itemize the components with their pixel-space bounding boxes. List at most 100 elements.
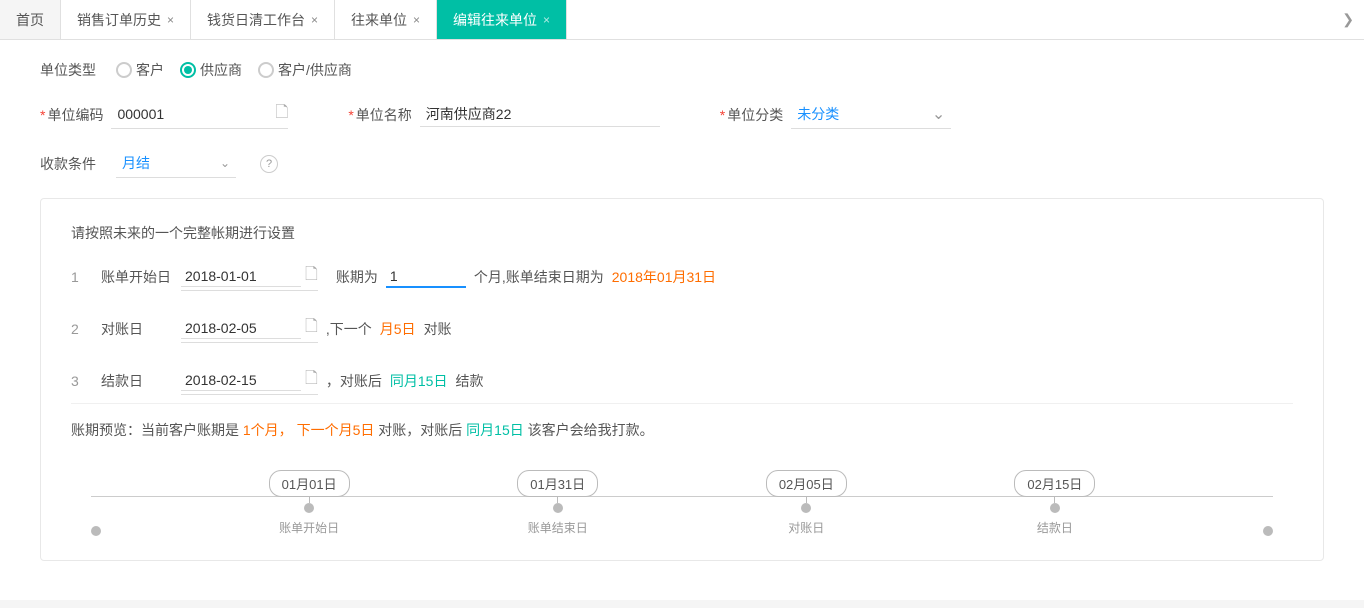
setting-input-area-1: 🗋 账期为 个月,账单结束日期为 2018年01月31日 [181,263,1293,291]
timeline-dot-4 [1050,503,1060,513]
radio-customer[interactable]: 客户 [116,60,164,80]
unit-category-group: *单位分类 未分类 ⌄ [720,100,951,129]
tab-units[interactable]: 往来单位 × [335,0,437,39]
close-tab-cash-workbench[interactable]: × [311,13,318,27]
close-tab-edit-unit[interactable]: × [543,13,550,27]
payment-condition-row: 收款条件 月结 ⌄ ? [40,149,1324,178]
timeline-start-cap [91,505,101,536]
timeline-dot-3 [801,503,811,513]
payment-date-input[interactable] [181,370,301,391]
radio-circle-customer [116,62,132,78]
month-count-input[interactable] [386,266,466,288]
preview-months: 1个月， [243,422,293,438]
setting-row-1: 1 账单开始日 🗋 账期为 个月,账单结束日期为 2018年01月31日 [71,263,1293,291]
timeline-label-2: 账单结束日 [528,519,588,536]
timeline-container: 01月01日 账单开始日 01月31日 账单结束日 02月05日 [71,470,1293,536]
radio-circle-both [258,62,274,78]
unit-type-row: 单位类型 客户 供应商 客户/供应商 [40,60,1324,80]
close-tab-sales-history[interactable]: × [167,13,174,27]
unit-code-input-wrapper: 🗋 [111,101,288,129]
unit-type-radio-group: 客户 供应商 客户/供应商 [116,60,352,80]
unit-category-dropdown[interactable]: 未分类 ⌄ [791,100,951,129]
timeline-label-4: 结款日 [1037,519,1073,536]
timeline-start-dot [91,526,101,536]
start-date-input[interactable] [181,266,301,287]
unit-category-value: 未分类 [797,104,924,124]
period-end-date: 2018年01月31日 [612,267,716,287]
timeline-badge-2: 01月31日 [517,470,598,497]
reconcile-date-calendar-icon[interactable]: 🗋 [305,315,318,342]
setting-number-1: 1 [71,269,101,285]
payment-condition-arrow: ⌄ [220,156,230,170]
payment-help-icon[interactable]: ? [260,155,278,173]
period-for-label: 账期为 [336,267,378,287]
period-suffix: 个月,账单结束日期为 [474,267,604,287]
unit-code-group: *单位编码 🗋 [40,101,288,129]
preview-reconcile-date: 下一个月5日 [297,422,375,438]
setting-label-3: 结款日 [101,371,181,391]
reconcile-highlight: 月5日 [380,319,416,339]
setting-number-3: 3 [71,373,101,389]
settings-panel: 请按照未来的一个完整帐期进行设置 1 账单开始日 🗋 账期为 个月,账单结束日期… [40,198,1324,561]
tab-home[interactable]: 首页 [0,0,61,39]
timeline-end-cap [1263,505,1273,536]
timeline-dot-1 [304,503,314,513]
timeline-label-1: 账单开始日 [279,519,339,536]
radio-circle-supplier [180,62,196,78]
reconcile-date-input[interactable] [181,318,301,339]
setting-row-2: 2 对账日 🗋 ,下一个 月5日 对账 [71,315,1293,343]
tab-edit-unit[interactable]: 编辑往来单位 × [437,0,567,39]
unit-type-label: 单位类型 [40,60,96,80]
close-tab-units[interactable]: × [413,13,420,27]
setting-input-area-3: 🗋 ，对账后 同月15日 结款 [181,367,1293,395]
reconcile-suffix: 对账 [424,319,452,339]
payment-date-calendar-icon[interactable]: 🗋 [305,367,318,394]
setting-number-2: 2 [71,321,101,337]
timeline-label-3: 对账日 [788,519,824,536]
setting-label-1: 账单开始日 [101,267,181,287]
payment-condition-dropdown[interactable]: 月结 ⌄ [116,149,236,178]
main-content: 单位类型 客户 供应商 客户/供应商 *单位编码 🗋 [0,40,1364,600]
tab-bar: 首页 销售订单历史 × 钱货日清工作台 × 往来单位 × 编辑往来单位 × ❯ [0,0,1364,40]
payment-suffix: 结款 [455,371,483,391]
timeline-badge-4: 02月15日 [1014,470,1095,497]
timeline-point-3: 02月05日 对账日 [766,470,847,536]
timeline-points: 01月01日 账单开始日 01月31日 账单结束日 02月05日 [91,470,1273,536]
period-preview: 账期预览：当前客户账期是 1个月， 下一个月5日 对账，对账后 同月15日 该客… [71,403,1293,460]
timeline-end-dot [1263,526,1273,536]
unit-name-label: *单位名称 [348,105,411,125]
payment-condition-value: 月结 [122,153,220,173]
start-date-calendar-icon[interactable]: 🗋 [305,263,318,290]
timeline-badge-3: 02月05日 [766,470,847,497]
timeline-point-2: 01月31日 账单结束日 [517,470,598,536]
unit-code-input[interactable] [111,102,271,126]
unit-details-row: *单位编码 🗋 *单位名称 *单位分类 未分类 ⌄ [40,100,1324,129]
timeline-badge-1: 01月01日 [269,470,350,497]
setting-row-3: 3 结款日 🗋 ，对账后 同月15日 结款 [71,367,1293,395]
timeline-dot-2 [553,503,563,513]
tab-cash-workbench[interactable]: 钱货日清工作台 × [191,0,335,39]
reconcile-prefix: ,下一个 [326,319,372,339]
timeline-point-4: 02月15日 结款日 [1014,470,1095,536]
unit-category-label: *单位分类 [720,105,783,125]
reconcile-date-input-wrapper: 🗋 [181,315,318,343]
payment-date-input-wrapper: 🗋 [181,367,318,395]
payment-prefix: ，对账后 [326,371,382,391]
payment-highlight: 同月15日 [390,371,448,391]
radio-both[interactable]: 客户/供应商 [258,60,352,80]
unit-name-input[interactable] [420,102,660,127]
start-date-input-wrapper: 🗋 [181,263,318,291]
tab-sales-history[interactable]: 销售订单历史 × [61,0,191,39]
panel-hint: 请按照未来的一个完整帐期进行设置 [71,223,1293,243]
unit-code-label: *单位编码 [40,105,103,125]
setting-label-2: 对账日 [101,319,181,339]
payment-condition-label: 收款条件 [40,154,96,174]
unit-code-icon[interactable]: 🗋 [275,101,288,128]
timeline-point-1: 01月01日 账单开始日 [269,470,350,536]
preview-payment-date: 同月15日 [466,422,524,438]
setting-input-area-2: 🗋 ,下一个 月5日 对账 [181,315,1293,343]
unit-name-group: *单位名称 [348,102,659,127]
unit-category-arrow: ⌄ [932,104,945,124]
tab-more-arrow[interactable]: ❯ [1332,0,1364,39]
radio-supplier[interactable]: 供应商 [180,60,242,80]
